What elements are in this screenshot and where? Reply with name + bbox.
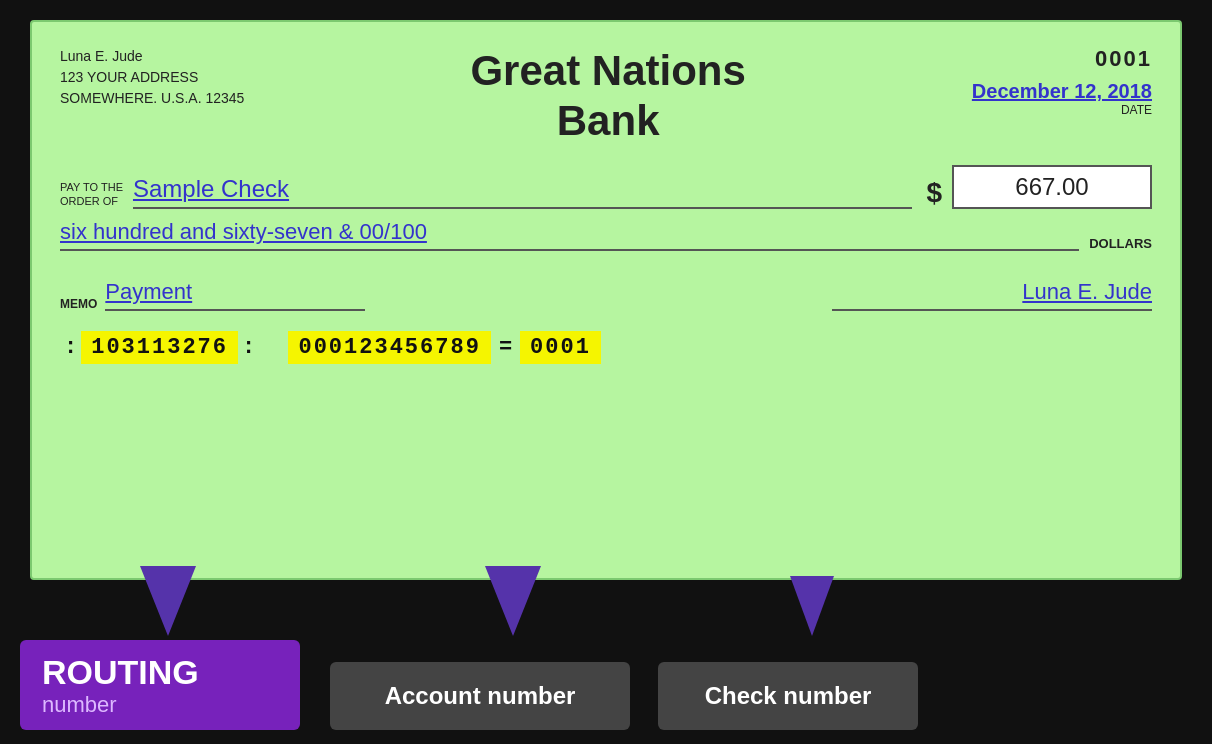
pay-to-label: PAY TO THEORDER OF (60, 180, 123, 209)
micr-line: : 103113276 : 000123456789 = 0001 (60, 331, 1152, 364)
account-holder-info: Luna E. Jude 123 YOUR ADDRESS SOMEWHERE.… (60, 46, 244, 109)
bank-name: Great NationsBank (264, 46, 951, 147)
dollars-label: DOLLARS (1089, 236, 1152, 251)
check-number-label: Check number (658, 662, 918, 730)
signature: Luna E. Jude (832, 279, 1152, 311)
address-line1: 123 YOUR ADDRESS (60, 67, 244, 88)
account-number-label-text: Account number (385, 682, 576, 710)
check-top-right: 0001 December 12, 2018 DATE (972, 46, 1152, 117)
dollar-sign: $ (926, 177, 942, 209)
routing-label: ROUTING number (20, 640, 300, 730)
routing-label-line1: ROUTING (42, 653, 300, 692)
account-number: 000123456789 (288, 331, 490, 364)
micr-open1: : (64, 335, 77, 360)
micr-dash: = (499, 335, 512, 360)
account-holder-name: Luna E. Jude (60, 46, 244, 67)
memo-value: Payment (105, 279, 365, 311)
check-number-display: 0001 (1095, 46, 1152, 71)
payee-field: Sample Check (133, 203, 912, 209)
routing-number: 103113276 (81, 331, 238, 364)
check-number-micr: 0001 (520, 331, 601, 364)
account-number-label: Account number (330, 662, 630, 730)
routing-arrow (140, 566, 196, 636)
written-amount: six hundred and sixty-seven & 00/100 (60, 219, 1079, 251)
memo-sig-row: MEMO Payment Luna E. Jude (60, 279, 1152, 311)
check: Luna E. Jude 123 YOUR ADDRESS SOMEWHERE.… (30, 20, 1182, 580)
address-line2: SOMEWHERE. U.S.A. 12345 (60, 88, 244, 109)
amount-box: 667.00 (952, 165, 1152, 209)
memo-label: MEMO (60, 297, 97, 311)
check-number-label-text: Check number (705, 682, 872, 710)
check-arrow (790, 576, 834, 636)
bottom-area: ROUTING number Account number Check numb… (0, 596, 1212, 744)
account-arrow (485, 566, 541, 636)
routing-label-line2: number (42, 692, 300, 718)
check-date: December 12, 2018 (972, 80, 1152, 103)
date-label: DATE (972, 103, 1152, 117)
payee-name: Sample Check (133, 175, 289, 203)
pay-to-row: PAY TO THEORDER OF Sample Check $ 667.00 (60, 165, 1152, 209)
written-amount-row: six hundred and sixty-seven & 00/100 DOL… (60, 219, 1152, 251)
micr-close1: : (242, 335, 255, 360)
